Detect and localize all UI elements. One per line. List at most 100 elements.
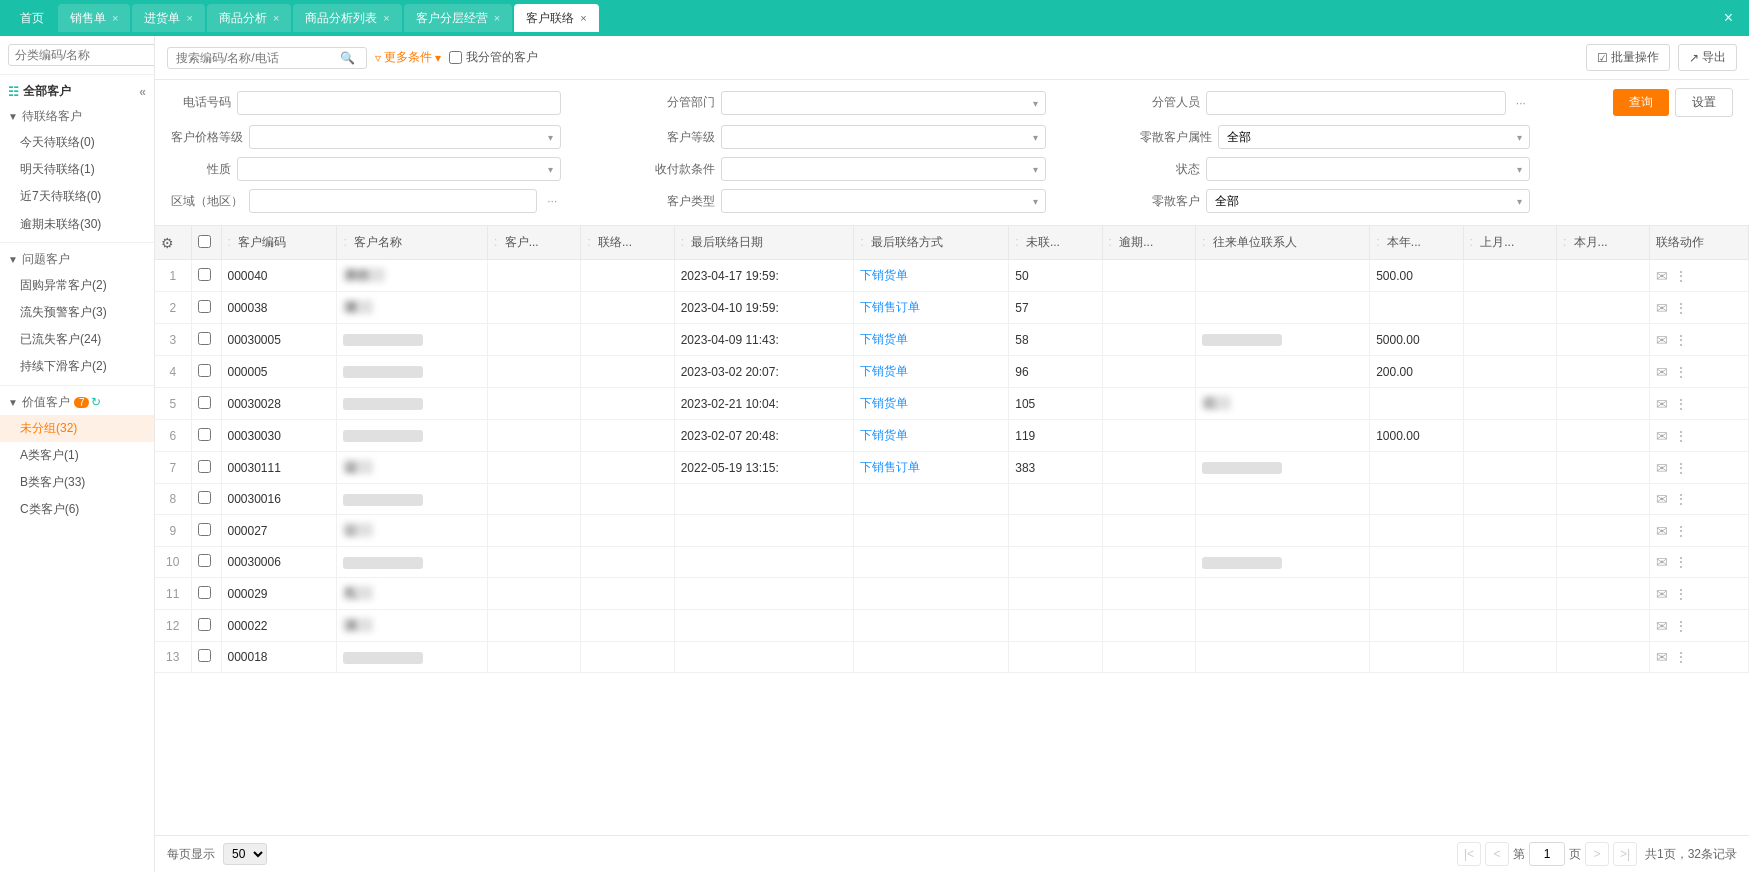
message-action-icon[interactable]: ✉: [1656, 491, 1668, 507]
contact-method-link[interactable]: 下销货单: [860, 268, 908, 282]
more-action-icon[interactable]: ⋮: [1674, 554, 1688, 570]
contact-method-link[interactable]: 下销货单: [860, 364, 908, 378]
message-action-icon[interactable]: ✉: [1656, 554, 1668, 570]
row-checkbox[interactable]: [191, 610, 221, 642]
tab-purchase-close[interactable]: ×: [186, 12, 192, 24]
customer-tier-select[interactable]: [721, 125, 1045, 149]
per-page-select[interactable]: 50: [223, 843, 267, 865]
row-checkbox[interactable]: [191, 452, 221, 484]
more-action-icon[interactable]: ⋮: [1674, 618, 1688, 634]
tab-sales[interactable]: 销售单 ×: [58, 4, 130, 32]
sidebar-item-declining[interactable]: 持续下滑客户(2): [0, 353, 154, 380]
my-customers-check-input[interactable]: [449, 51, 462, 64]
region-input[interactable]: [249, 189, 537, 213]
row-checkbox[interactable]: [191, 260, 221, 292]
contact-method-link[interactable]: 下销货单: [860, 332, 908, 346]
pending-group-label[interactable]: ▼ 待联络客户: [0, 104, 154, 129]
sidebar-item-overdue[interactable]: 逾期未联络(30): [0, 211, 154, 238]
message-action-icon[interactable]: ✉: [1656, 649, 1668, 665]
message-action-icon[interactable]: ✉: [1656, 364, 1668, 380]
row-checkbox[interactable]: [191, 356, 221, 388]
more-action-icon[interactable]: ⋮: [1674, 491, 1688, 507]
message-action-icon[interactable]: ✉: [1656, 618, 1668, 634]
tab-product-analysis[interactable]: 商品分析 ×: [207, 4, 291, 32]
dept-select[interactable]: [721, 91, 1045, 115]
more-action-icon[interactable]: ⋮: [1674, 332, 1688, 348]
sidebar-item-week[interactable]: 近7天待联络(0): [0, 183, 154, 210]
more-conditions-btn[interactable]: ▿ 更多条件 ▾: [375, 49, 441, 66]
customer-type-select[interactable]: [721, 189, 1045, 213]
export-btn[interactable]: ↗ 导出: [1678, 44, 1737, 71]
tab-product-analysis-list[interactable]: 商品分析列表 ×: [293, 4, 401, 32]
row-checkbox[interactable]: [191, 515, 221, 547]
message-action-icon[interactable]: ✉: [1656, 300, 1668, 316]
status-select[interactable]: [1206, 157, 1530, 181]
sidebar-item-tomorrow[interactable]: 明天待联络(1): [0, 156, 154, 183]
more-action-icon[interactable]: ⋮: [1674, 396, 1688, 412]
contact-method-link[interactable]: 下销货单: [860, 428, 908, 442]
my-customers-checkbox[interactable]: 我分管的客户: [449, 49, 538, 66]
sidebar-item-churned[interactable]: 已流失客户(24): [0, 326, 154, 353]
message-action-icon[interactable]: ✉: [1656, 428, 1668, 444]
more-action-icon[interactable]: ⋮: [1674, 523, 1688, 539]
payment-select[interactable]: [721, 157, 1045, 181]
sidebar-item-type-b[interactable]: B类客户(33): [0, 469, 154, 496]
more-action-icon[interactable]: ⋮: [1674, 649, 1688, 665]
message-action-icon[interactable]: ✉: [1656, 523, 1668, 539]
reset-btn[interactable]: 设置: [1675, 88, 1733, 117]
tab-sales-close[interactable]: ×: [112, 12, 118, 24]
price-tier-select[interactable]: [249, 125, 561, 149]
tab-product-analysis-list-close[interactable]: ×: [383, 12, 389, 24]
sidebar-item-type-a[interactable]: A类客户(1): [0, 442, 154, 469]
row-checkbox[interactable]: [191, 292, 221, 324]
filter-search-input[interactable]: [176, 51, 336, 65]
contact-method-link[interactable]: 下销售订单: [860, 300, 920, 314]
tab-purchase[interactable]: 进货单 ×: [132, 4, 204, 32]
first-page-btn[interactable]: |<: [1457, 842, 1481, 866]
message-action-icon[interactable]: ✉: [1656, 586, 1668, 602]
more-action-icon[interactable]: ⋮: [1674, 300, 1688, 316]
more-action-icon[interactable]: ⋮: [1674, 428, 1688, 444]
contact-method-link[interactable]: 下销售订单: [860, 460, 920, 474]
row-checkbox[interactable]: [191, 484, 221, 515]
tab-customer-contact-close[interactable]: ×: [580, 12, 586, 24]
sidebar-all-customers[interactable]: ☷ 全部客户 «: [0, 75, 154, 104]
person-input[interactable]: [1206, 91, 1506, 115]
query-btn[interactable]: 查询: [1613, 89, 1669, 116]
value-group-label[interactable]: ▼ 价值客户 7 ↻: [0, 390, 154, 415]
refresh-icon[interactable]: ↻: [91, 395, 101, 409]
row-checkbox[interactable]: [191, 642, 221, 673]
batch-op-btn[interactable]: ☑ 批量操作: [1586, 44, 1670, 71]
sidebar-collapse-icon[interactable]: «: [139, 85, 146, 99]
sidebar-search-input[interactable]: [8, 44, 155, 66]
message-action-icon[interactable]: ✉: [1656, 396, 1668, 412]
tab-customer-contact[interactable]: 客户联络 ×: [514, 4, 598, 32]
sidebar-item-unclassified[interactable]: 未分组(32): [0, 415, 154, 442]
row-checkbox[interactable]: [191, 547, 221, 578]
last-page-btn[interactable]: >|: [1613, 842, 1637, 866]
more-action-icon[interactable]: ⋮: [1674, 364, 1688, 380]
sidebar-item-type-c[interactable]: C类客户(6): [0, 496, 154, 523]
retail-attr-select[interactable]: 全部: [1218, 125, 1530, 149]
problem-group-label[interactable]: ▼ 问题客户: [0, 247, 154, 272]
more-action-icon[interactable]: ⋮: [1674, 460, 1688, 476]
page-input[interactable]: [1529, 842, 1565, 866]
tab-home[interactable]: 首页: [8, 4, 56, 32]
contact-method-link[interactable]: 下销货单: [860, 396, 908, 410]
sidebar-item-churn-warning[interactable]: 流失预警客户(3): [0, 299, 154, 326]
region-more-icon[interactable]: ···: [543, 194, 561, 208]
sidebar-item-today[interactable]: 今天待联络(0): [0, 129, 154, 156]
gear-settings-icon[interactable]: ⚙: [161, 235, 174, 251]
prev-page-btn[interactable]: <: [1485, 842, 1509, 866]
more-action-icon[interactable]: ⋮: [1674, 586, 1688, 602]
next-page-btn[interactable]: >: [1585, 842, 1609, 866]
row-checkbox[interactable]: [191, 578, 221, 610]
nature-select[interactable]: [237, 157, 561, 181]
row-checkbox[interactable]: [191, 420, 221, 452]
select-all-checkbox[interactable]: [198, 235, 211, 248]
filter-search-icon[interactable]: 🔍: [340, 51, 355, 65]
tab-customer-tier[interactable]: 客户分层经营 ×: [404, 4, 512, 32]
sidebar-item-abnormal[interactable]: 固购异常客户(2): [0, 272, 154, 299]
tab-product-analysis-close[interactable]: ×: [273, 12, 279, 24]
tab-customer-tier-close[interactable]: ×: [494, 12, 500, 24]
